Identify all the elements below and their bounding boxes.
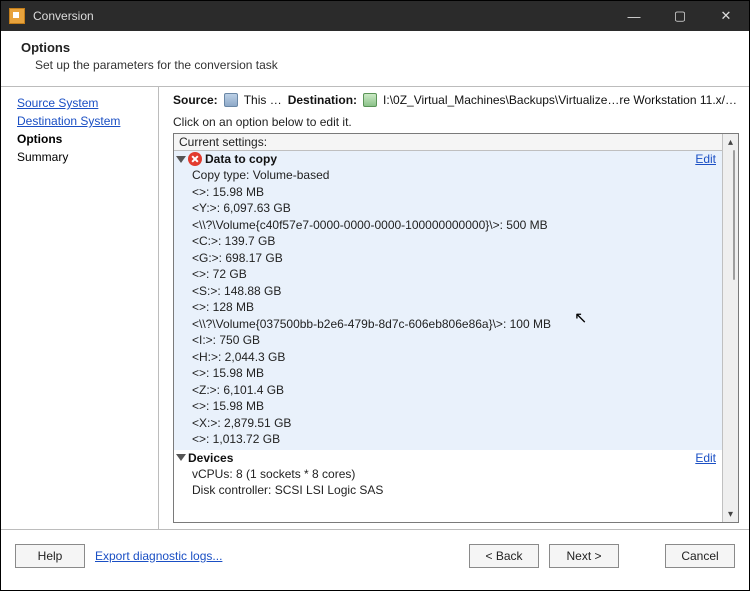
export-logs-link[interactable]: Export diagnostic logs... xyxy=(95,549,222,563)
nav-summary: Summary xyxy=(17,149,154,165)
nav-destination-system[interactable]: Destination System xyxy=(17,113,154,129)
data-row: <\\?\Volume{037500bb-b2e6-479b-8d7c-606e… xyxy=(192,316,716,333)
section-bar-devices[interactable]: Devices Edit xyxy=(174,450,722,466)
page-header: Options Set up the parameters for the co… xyxy=(1,31,749,86)
source-value: This … xyxy=(244,93,282,107)
minimize-button[interactable]: — xyxy=(611,1,657,31)
devices-row: Disk controller: SCSI LSI Logic SAS xyxy=(192,482,716,499)
section-body-devices: vCPUs: 8 (1 sockets * 8 cores) Disk cont… xyxy=(174,466,722,501)
scrollbar[interactable]: ▴ ▾ xyxy=(722,134,738,522)
wizard-nav: Source System Destination System Options… xyxy=(1,87,159,529)
close-button[interactable]: ✕ xyxy=(703,1,749,31)
data-row: <C:>: 139.7 GB xyxy=(192,233,716,250)
settings-header: Current settings: xyxy=(174,134,722,151)
data-row: <>: 15.98 MB xyxy=(192,365,716,382)
section-bar-data[interactable]: Data to copy Edit xyxy=(174,151,722,167)
scroll-down-icon[interactable]: ▾ xyxy=(723,506,738,522)
settings-table: Current settings: Data to copy Edit Copy… xyxy=(173,133,739,523)
section-data-to-copy: Data to copy Edit Copy type: Volume-base… xyxy=(174,151,722,450)
page-subtitle: Set up the parameters for the conversion… xyxy=(21,58,749,72)
window-buttons: — ▢ ✕ xyxy=(611,1,749,31)
drive-icon xyxy=(363,93,377,107)
app-icon xyxy=(9,8,25,24)
help-button[interactable]: Help xyxy=(15,544,85,568)
devices-row: vCPUs: 8 (1 sockets * 8 cores) xyxy=(192,466,716,483)
data-row: <S:>: 148.88 GB xyxy=(192,283,716,300)
section-devices: Devices Edit vCPUs: 8 (1 sockets * 8 cor… xyxy=(174,450,722,501)
next-button[interactable]: Next > xyxy=(549,544,619,568)
window-title: Conversion xyxy=(33,9,611,23)
data-row: <H:>: 2,044.3 GB xyxy=(192,349,716,366)
dest-value: I:\0Z_Virtual_Machines\Backups\Virtualiz… xyxy=(383,93,739,107)
server-icon xyxy=(224,93,238,107)
data-row: <\\?\Volume{c40f57e7-0000-0000-0000-1000… xyxy=(192,217,716,234)
data-row: Copy type: Volume-based xyxy=(192,167,716,184)
nav-options: Options xyxy=(17,131,154,147)
chevron-down-icon xyxy=(176,454,186,461)
section-title-devices: Devices xyxy=(188,451,233,465)
section-body-data: Copy type: Volume-based <>: 15.98 MB <Y:… xyxy=(174,167,722,450)
options-panel: Source: This … Destination: I:\0Z_Virtua… xyxy=(159,87,749,529)
hint-text: Click on an option below to edit it. xyxy=(173,115,739,129)
scroll-up-icon[interactable]: ▴ xyxy=(723,134,738,150)
data-row: <>: 15.98 MB xyxy=(192,184,716,201)
data-row: <Y:>: 6,097.63 GB xyxy=(192,200,716,217)
source-dest-row: Source: This … Destination: I:\0Z_Virtua… xyxy=(173,93,739,107)
edit-link-data[interactable]: Edit xyxy=(695,152,716,166)
back-button[interactable]: < Back xyxy=(469,544,539,568)
content-area: Source System Destination System Options… xyxy=(1,87,749,529)
titlebar: Conversion — ▢ ✕ xyxy=(1,1,749,31)
data-row: <G:>: 698.17 GB xyxy=(192,250,716,267)
data-row: <I:>: 750 GB xyxy=(192,332,716,349)
edit-link-devices[interactable]: Edit xyxy=(695,451,716,465)
footer: Help Export diagnostic logs... < Back Ne… xyxy=(1,529,749,581)
data-row: <>: 72 GB xyxy=(192,266,716,283)
data-row: <>: 15.98 MB xyxy=(192,398,716,415)
cancel-button[interactable]: Cancel xyxy=(665,544,735,568)
source-label: Source: xyxy=(173,93,218,107)
scroll-thumb[interactable] xyxy=(733,150,735,280)
data-row: <Z:>: 6,101.4 GB xyxy=(192,382,716,399)
error-icon xyxy=(188,152,202,166)
data-row: <>: 128 MB xyxy=(192,299,716,316)
section-title-data: Data to copy xyxy=(205,152,277,166)
settings-scroll: Current settings: Data to copy Edit Copy… xyxy=(174,134,722,522)
chevron-down-icon xyxy=(176,156,186,163)
data-row: <>: 1,013.72 GB xyxy=(192,431,716,448)
maximize-button[interactable]: ▢ xyxy=(657,1,703,31)
data-row: <X:>: 2,879.51 GB xyxy=(192,415,716,432)
page-title: Options xyxy=(21,40,749,55)
dest-label: Destination: xyxy=(288,93,357,107)
nav-source-system[interactable]: Source System xyxy=(17,95,154,111)
